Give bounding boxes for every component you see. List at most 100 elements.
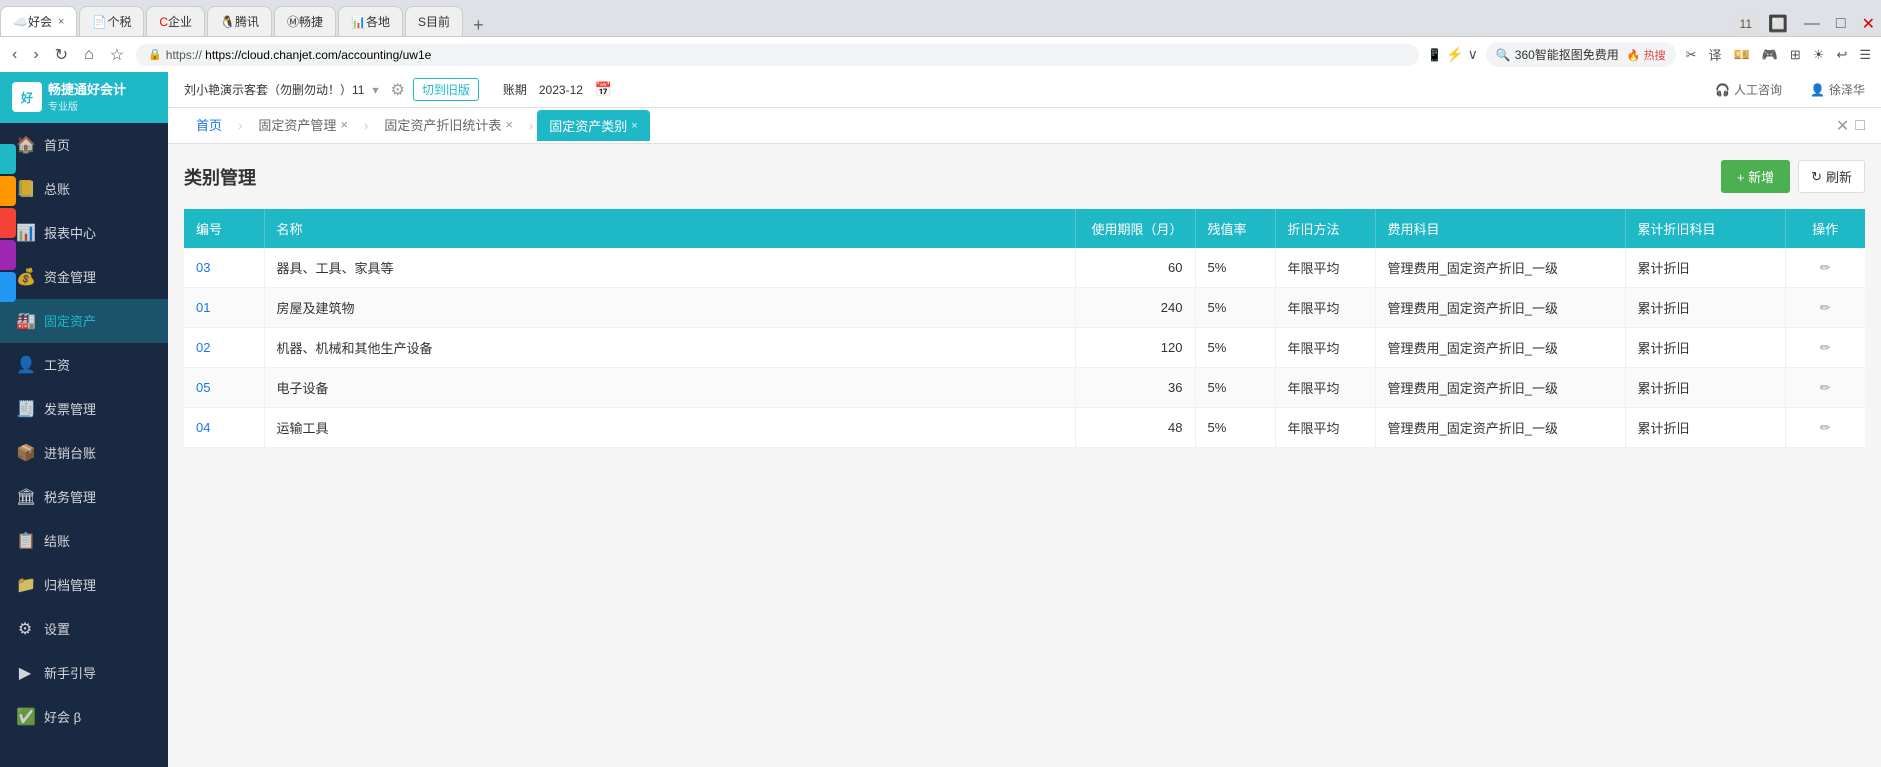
col-expense: 费用科目: [1375, 209, 1625, 248]
calendar-icon[interactable]: 📅: [595, 81, 612, 98]
window-close-btn[interactable]: ✕: [1856, 12, 1881, 36]
tab-tengxun[interactable]: 🐧 腾讯: [207, 6, 272, 36]
new-tab-btn[interactable]: +: [465, 15, 492, 36]
cell-expense-0: 管理费用_固定资产折旧_一级: [1375, 248, 1625, 288]
game-icon[interactable]: 🎮: [1760, 45, 1780, 65]
sidebar-item-fixed-assets[interactable]: 🏭 固定资产: [0, 299, 168, 343]
reload-btn[interactable]: ↻: [51, 43, 72, 67]
cell-code-0: 03: [184, 248, 264, 288]
edit-icon-2[interactable]: ✏: [1820, 340, 1831, 355]
sidebar-item-settings[interactable]: ⚙ 设置: [0, 607, 168, 651]
search-bar[interactable]: 🔍 360智能抠图免费用 🔥 热搜: [1486, 42, 1676, 67]
page-tab-depreciation-table[interactable]: 固定资产折旧统计表 ×: [372, 109, 525, 142]
tab-qiye[interactable]: C 企业: [146, 6, 205, 36]
url-domain: https://: [166, 48, 202, 62]
cell-depreciation-2: 累计折旧: [1625, 328, 1785, 368]
sidebar-item-home[interactable]: 🏠 首页: [0, 123, 168, 167]
page-tab-asset-mgmt[interactable]: 固定资产管理 ×: [246, 109, 360, 142]
tab-close-icon[interactable]: ×: [58, 16, 64, 28]
cell-action-2[interactable]: ✏: [1785, 328, 1865, 368]
forward-btn[interactable]: ›: [29, 44, 42, 66]
service-btn[interactable]: 🎧 人工咨询: [1715, 81, 1782, 98]
sidebar-item-archive[interactable]: 📁 归档管理: [0, 563, 168, 607]
tab-muqian[interactable]: S 目前: [405, 6, 463, 36]
cell-period-2: 120: [1075, 328, 1195, 368]
period-value: 2023-12: [539, 83, 583, 97]
expand-icon[interactable]: ∨: [1468, 46, 1478, 63]
switch-version-btn[interactable]: 切到旧版: [413, 78, 479, 101]
cell-code-2: 02: [184, 328, 264, 368]
url-bar[interactable]: 🔒 https:// https://cloud.chanjet.com/acc…: [136, 44, 1419, 66]
username-label: 徐泽华: [1829, 81, 1865, 98]
close-category-icon[interactable]: ×: [631, 120, 637, 132]
sidebar-item-reports[interactable]: 📊 报表中心: [0, 211, 168, 255]
cell-method-4: 年限平均: [1275, 408, 1375, 448]
settings-cog-icon[interactable]: ⚙: [391, 80, 405, 100]
cell-action-0[interactable]: ✏: [1785, 248, 1865, 288]
tab-favicon: 📊: [351, 15, 366, 29]
sidebar-item-label-ledger: 总账: [44, 179, 70, 198]
sidebar-item-general-ledger[interactable]: 📒 总账: [0, 167, 168, 211]
home-btn[interactable]: ⌂: [80, 44, 98, 66]
cell-expense-1: 管理费用_固定资产折旧_一级: [1375, 288, 1625, 328]
add-btn[interactable]: + 新增: [1721, 160, 1790, 193]
sun-icon[interactable]: ☀: [1811, 45, 1827, 65]
cell-action-4[interactable]: ✏: [1785, 408, 1865, 448]
cell-method-3: 年限平均: [1275, 368, 1375, 408]
page-tab-asset-category[interactable]: 固定资产类别 ×: [537, 110, 649, 141]
sidebar-item-guide[interactable]: ▶ 新手引导: [0, 651, 168, 695]
page-tab-home[interactable]: 首页: [184, 109, 234, 142]
tab-close-btn[interactable]: ✕: [1836, 116, 1849, 136]
user-avatar-btn[interactable]: 👤 徐泽华: [1810, 81, 1865, 98]
sidebar-item-invoice[interactable]: 🧾 发票管理: [0, 387, 168, 431]
cell-action-1[interactable]: ✏: [1785, 288, 1865, 328]
close-asset-mgmt-icon[interactable]: ×: [340, 117, 348, 132]
tab-geshui[interactable]: 📄 个税: [79, 6, 144, 36]
invoice-icon: 🧾: [16, 399, 34, 419]
close-depreciation-icon[interactable]: ×: [505, 117, 513, 132]
menu-icon[interactable]: ☰: [1857, 45, 1873, 65]
settlement-icon: 📋: [16, 531, 34, 551]
refresh-btn[interactable]: ↻ 刷新: [1798, 160, 1865, 193]
wallet-icon[interactable]: 💴: [1732, 45, 1752, 65]
table-row: 02 机器、机械和其他生产设备 120 5% 年限平均 管理费用_固定资产折旧_…: [184, 328, 1865, 368]
scissors-icon[interactable]: ✂: [1684, 45, 1699, 65]
edit-icon-3[interactable]: ✏: [1820, 380, 1831, 395]
sidebar-item-label-settings: 设置: [44, 619, 70, 638]
tab-label: 畅捷: [299, 13, 323, 30]
sidebar-item-inventory[interactable]: 📦 进销台账: [0, 431, 168, 475]
sidebar-item-tax[interactable]: 🏛 税务管理: [0, 475, 168, 519]
lightning-icon[interactable]: ⚡: [1446, 46, 1463, 63]
sidebar-item-beta[interactable]: ✅ 好会 β: [0, 695, 168, 739]
tab-separator-3: ›: [529, 118, 533, 133]
fixed-assets-icon: 🏭: [16, 311, 34, 331]
tab-gedi[interactable]: 📊 各地: [338, 6, 403, 36]
edit-icon-4[interactable]: ✏: [1820, 420, 1831, 435]
sidebar-logo: 好 畅捷通好会计 专业版: [0, 72, 168, 123]
search-icon: 🔍: [1496, 48, 1511, 62]
sidebar-item-payroll[interactable]: 👤 工资: [0, 343, 168, 387]
sidebar-item-label-home: 首页: [44, 135, 70, 154]
tab-active[interactable]: ☁️ 好会 ×: [0, 6, 77, 36]
tab-favicon: ☁️: [13, 15, 28, 29]
window-restore-btn[interactable]: 🔲: [1762, 12, 1794, 36]
window-maximize-btn[interactable]: □: [1830, 13, 1852, 35]
sidebar-item-label-funds: 资金管理: [44, 267, 96, 286]
bookmark-btn[interactable]: ☆: [106, 43, 128, 67]
cell-expense-2: 管理费用_固定资产折旧_一级: [1375, 328, 1625, 368]
window-minimize-btn[interactable]: —: [1798, 13, 1826, 35]
edge-icon-5: [0, 272, 16, 302]
edit-icon-0[interactable]: ✏: [1820, 260, 1831, 275]
grid-icon[interactable]: ⊞: [1788, 45, 1803, 65]
period-label: 账期: [503, 81, 527, 98]
translate-icon[interactable]: 译: [1706, 43, 1723, 66]
tab-changjie[interactable]: Ⓜ 畅捷: [274, 6, 336, 36]
sidebar-item-funds[interactable]: 💰 资金管理: [0, 255, 168, 299]
back-btn[interactable]: ‹: [8, 44, 21, 66]
edit-icon-1[interactable]: ✏: [1820, 300, 1831, 315]
undo-icon[interactable]: ↩: [1834, 45, 1849, 65]
dropdown-icon[interactable]: ▾: [372, 83, 378, 97]
cell-action-3[interactable]: ✏: [1785, 368, 1865, 408]
sidebar-item-settlement[interactable]: 📋 结账: [0, 519, 168, 563]
tab-expand-btn[interactable]: □: [1855, 116, 1865, 136]
